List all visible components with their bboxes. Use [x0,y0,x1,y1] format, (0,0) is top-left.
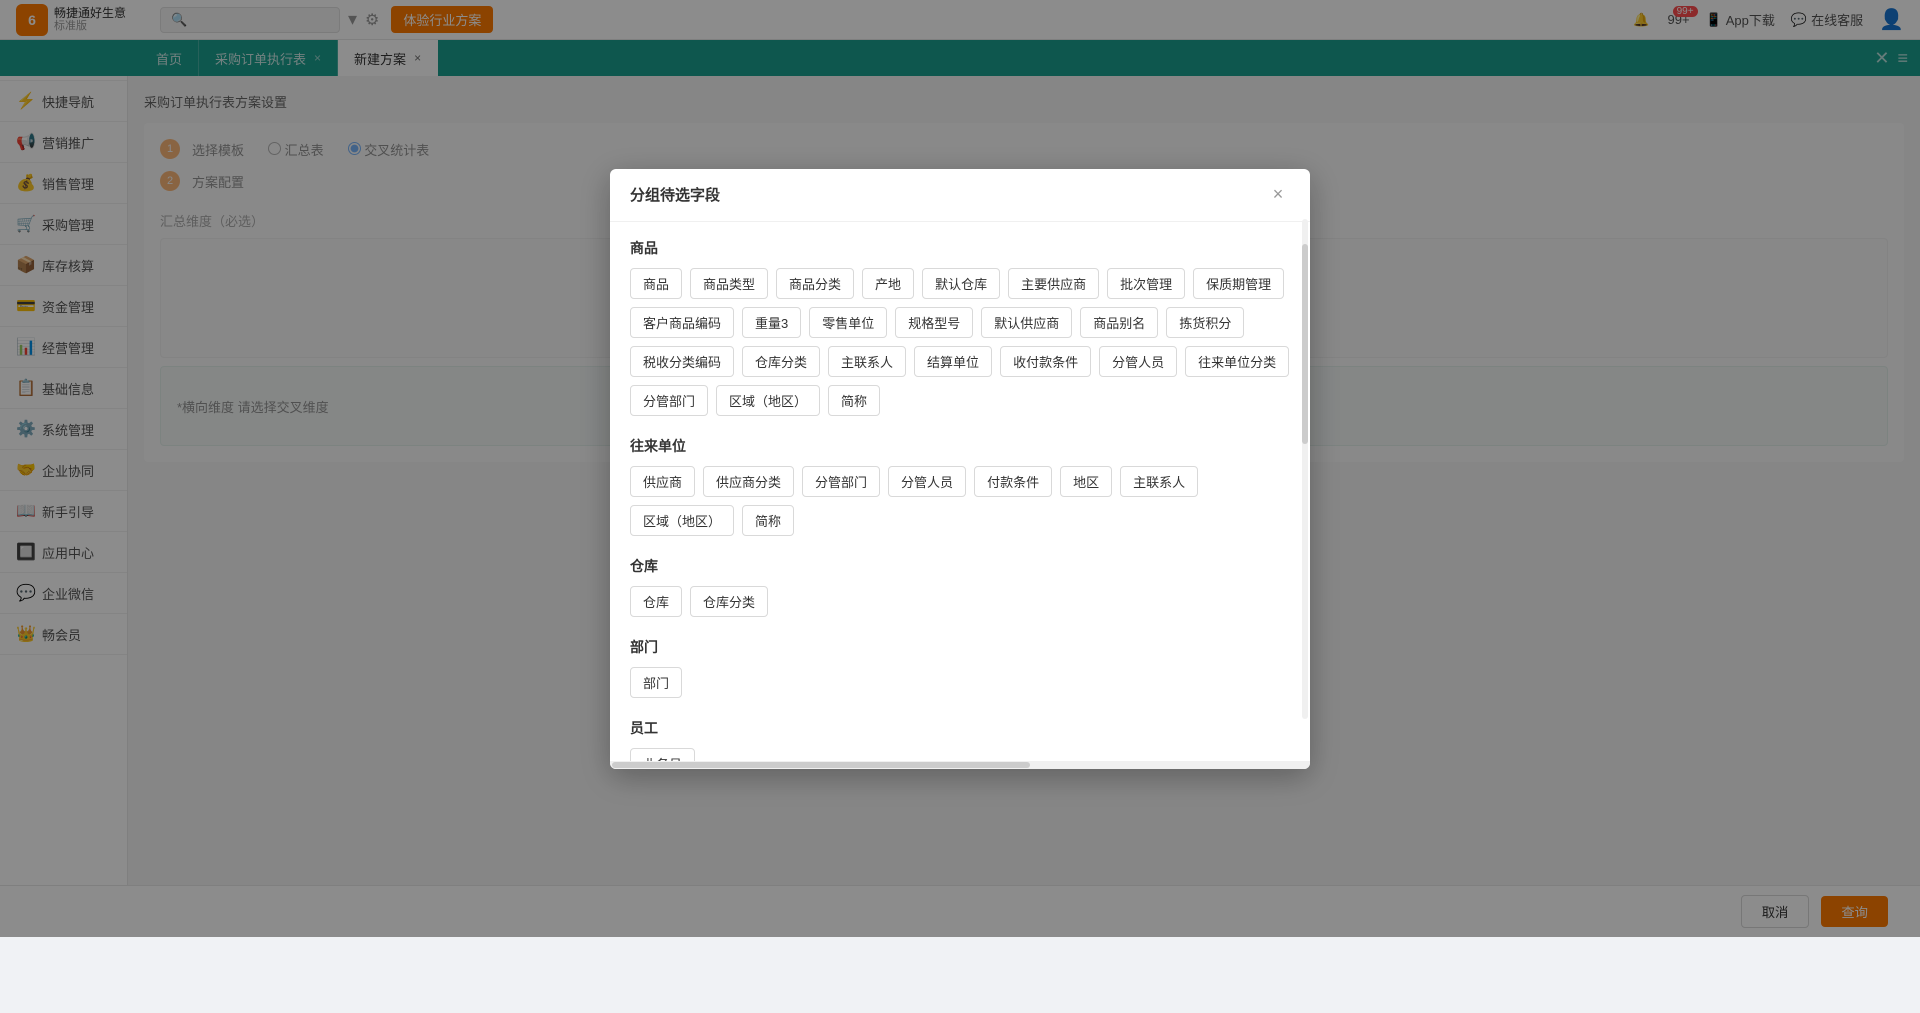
field-tags-2: 仓库仓库分类 [630,586,1290,617]
field-tag-0-5[interactable]: 主要供应商 [1008,268,1099,299]
field-tag-2-1[interactable]: 仓库分类 [690,586,768,617]
field-tag-0-18[interactable]: 结算单位 [914,346,992,377]
field-tags-1: 供应商供应商分类分管部门分管人员付款条件地区主联系人区域（地区） 简称 [630,466,1290,536]
field-tag-0-2[interactable]: 商品分类 [776,268,854,299]
field-tag-0-0[interactable]: 商品 [630,268,682,299]
field-tag-0-3[interactable]: 产地 [862,268,914,299]
field-tag-0-20[interactable]: 分管人员 [1099,346,1177,377]
field-tag-0-8[interactable]: 客户商品编码 [630,307,734,338]
section-title-3: 部门 [630,637,1290,657]
field-tag-0-19[interactable]: 收付款条件 [1000,346,1091,377]
field-section-0: 商品商品商品类型商品分类产地默认仓库主要供应商批次管理保质期管理客户商品编码重量… [630,238,1290,416]
field-tag-0-15[interactable]: 税收分类编码 [630,346,734,377]
field-tag-4-0[interactable]: 业务员 [630,748,695,761]
hscroll-thumb [612,762,1030,768]
field-tag-0-12[interactable]: 默认供应商 [981,307,1072,338]
field-tag-1-4[interactable]: 付款条件 [974,466,1052,497]
field-tag-1-2[interactable]: 分管部门 [802,466,880,497]
section-title-4: 员工 [630,718,1290,738]
field-tags-0: 商品商品类型商品分类产地默认仓库主要供应商批次管理保质期管理客户商品编码重量3 零… [630,268,1290,416]
modal-horizontal-scrollbar[interactable] [610,761,1310,769]
field-tag-2-0[interactable]: 仓库 [630,586,682,617]
field-tag-0-24[interactable]: 简称 [828,385,880,416]
field-tag-0-7[interactable]: 保质期管理 [1193,268,1284,299]
field-tag-1-3[interactable]: 分管人员 [888,466,966,497]
field-section-4: 员工业务员 [630,718,1290,761]
field-tag-1-8[interactable]: 简称 [742,505,794,536]
field-select-modal: 分组待选字段 × 商品商品商品类型商品分类产地默认仓库主要供应商批次管理保质期管… [610,169,1310,769]
field-tag-0-10[interactable]: 零售单位 [809,307,887,338]
field-tag-0-13[interactable]: 商品别名 [1080,307,1158,338]
field-tag-0-4[interactable]: 默认仓库 [922,268,1000,299]
field-tag-0-21[interactable]: 往来单位分类 [1185,346,1289,377]
vscroll-thumb [1302,244,1308,444]
field-section-3: 部门部门 [630,637,1290,698]
field-section-1: 往来单位供应商供应商分类分管部门分管人员付款条件地区主联系人区域（地区） 简称 [630,436,1290,536]
field-tag-1-6[interactable]: 主联系人 [1120,466,1198,497]
section-title-1: 往来单位 [630,436,1290,456]
field-tag-0-6[interactable]: 批次管理 [1107,268,1185,299]
field-tag-1-7[interactable]: 区域（地区） [630,505,734,536]
field-tag-0-17[interactable]: 主联系人 [828,346,906,377]
modal-title: 分组待选字段 [630,184,720,205]
field-section-2: 仓库仓库仓库分类 [630,556,1290,617]
modal-vertical-scrollbar[interactable] [1302,219,1308,719]
field-tag-0-9[interactable]: 重量3 [742,307,801,338]
field-tag-0-16[interactable]: 仓库分类 [742,346,820,377]
field-tag-3-0[interactable]: 部门 [630,667,682,698]
field-tag-1-1[interactable]: 供应商分类 [703,466,794,497]
modal-close-btn[interactable]: × [1266,183,1290,207]
section-title-2: 仓库 [630,556,1290,576]
field-tags-4: 业务员 [630,748,1290,761]
field-tags-3: 部门 [630,667,1290,698]
modal-body: 商品商品商品类型商品分类产地默认仓库主要供应商批次管理保质期管理客户商品编码重量… [610,222,1310,761]
field-tag-0-1[interactable]: 商品类型 [690,268,768,299]
field-tag-0-11[interactable]: 规格型号 [895,307,973,338]
field-tag-0-22[interactable]: 分管部门 [630,385,708,416]
field-tag-1-0[interactable]: 供应商 [630,466,695,497]
field-tag-0-14[interactable]: 拣货积分 [1166,307,1244,338]
section-title-0: 商品 [630,238,1290,258]
field-tag-1-5[interactable]: 地区 [1060,466,1112,497]
modal-overlay: 分组待选字段 × 商品商品商品类型商品分类产地默认仓库主要供应商批次管理保质期管… [0,0,1920,937]
modal-header: 分组待选字段 × [610,169,1310,222]
field-tag-0-23[interactable]: 区域（地区） [716,385,820,416]
